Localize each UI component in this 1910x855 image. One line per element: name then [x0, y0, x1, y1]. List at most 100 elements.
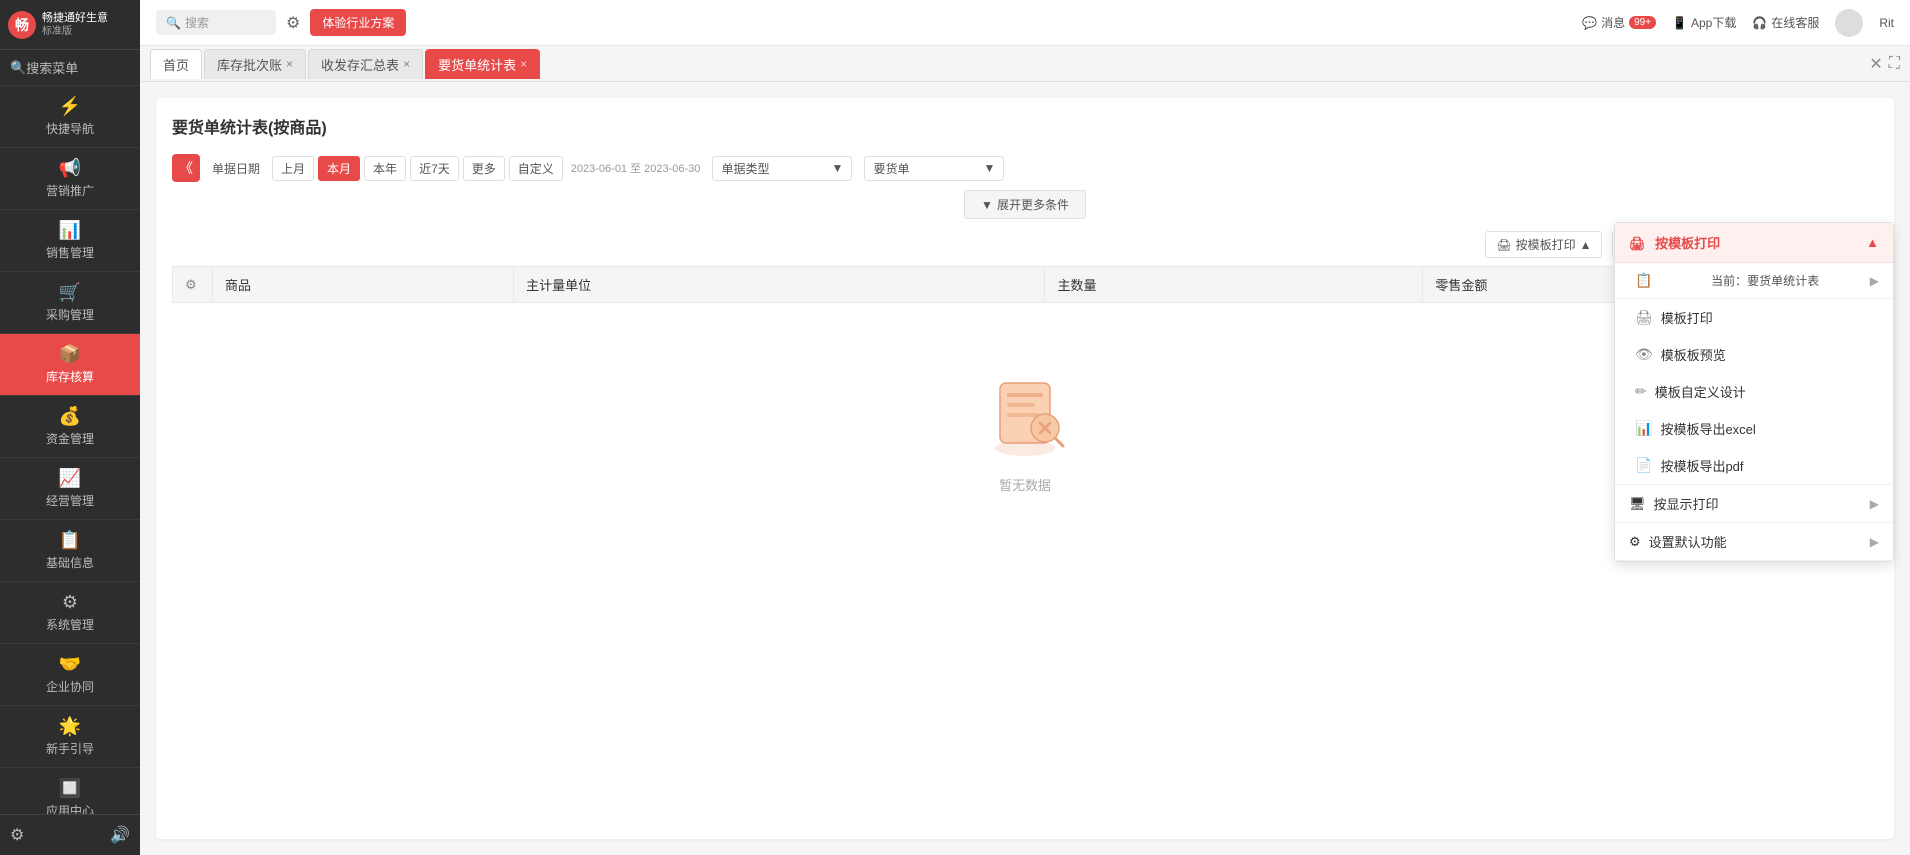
sidebar-bottom: ⚙ 🔊: [0, 814, 140, 855]
export-pdf-item[interactable]: 📄 按模板导出pdf: [1615, 447, 1893, 484]
export-excel-icon: 📊: [1635, 420, 1652, 437]
username: Rit: [1879, 16, 1894, 30]
inventory-icon: 📦: [59, 344, 81, 365]
expand-more-icon: ▼: [981, 198, 993, 212]
template-print-icon: 🖨: [1635, 309, 1653, 326]
sidebar-item-finance[interactable]: 💰 资金管理: [0, 396, 140, 458]
close-all-icon[interactable]: ✕: [1869, 54, 1882, 74]
quick-nav-label: 快捷导航: [46, 120, 94, 137]
sidebar-item-purchase[interactable]: 🛒 采购管理: [0, 272, 140, 334]
column-settings-icon[interactable]: ⚙: [185, 277, 197, 292]
expand-more-label: 展开更多条件: [997, 196, 1069, 213]
apps-label: 应用中心: [46, 802, 94, 814]
tab-close-batch-account[interactable]: ×: [286, 57, 293, 71]
date-filter-label: 单据日期: [212, 160, 260, 177]
tab-collection-summary[interactable]: 收发存汇总表 ×: [308, 49, 423, 79]
sales-icon: 📊: [59, 220, 81, 241]
template-preview-label: 模板板预览: [1661, 345, 1726, 364]
sidebar-item-quick-nav[interactable]: ⚡ 快捷导航: [0, 86, 140, 148]
display-print-icon: 🖥: [1629, 496, 1646, 512]
guide-icon: 🌟: [59, 716, 81, 737]
current-template-item[interactable]: 📋 当前：要货单统计表 ▶: [1615, 263, 1893, 299]
template-print-item[interactable]: 🖨 模板打印: [1615, 299, 1893, 336]
tab-label-collection-summary: 收发存汇总表: [321, 55, 399, 74]
sidebar-item-collab[interactable]: 🤝 企业协同: [0, 644, 140, 706]
set-default-label: 设置默认功能: [1649, 532, 1727, 551]
tabs-bar: 首页库存批次账 × 收发存汇总表 × 要货单统计表 × ✕ ⛶: [140, 46, 1910, 82]
finance-icon: 💰: [59, 406, 81, 427]
print-label: 按模板打印: [1516, 236, 1576, 253]
logo-title: 畅捷通好生意: [42, 11, 108, 25]
marketing-icon: 📢: [59, 158, 81, 179]
topbar-gear-icon[interactable]: ⚙: [286, 13, 300, 33]
template-design-label: 模板自定义设计: [1655, 382, 1746, 401]
search-label: 搜索菜单: [26, 58, 78, 77]
print-template-button[interactable]: 🖨 按模板打印 ▲: [1485, 231, 1602, 258]
tab-order-stats[interactable]: 要货单统计表 ×: [425, 49, 540, 79]
topbar-search-box[interactable]: 🔍 搜索: [156, 10, 276, 35]
print-dropdown-header-label: 按模板打印: [1655, 236, 1720, 251]
app-download-item[interactable]: 📱 App下载: [1672, 14, 1736, 31]
current-template-label: 当前：要货单统计表: [1711, 272, 1819, 289]
industry-solution-button[interactable]: 体验行业方案: [310, 9, 406, 36]
doc-type-select[interactable]: 单据类型 ▼: [712, 156, 852, 181]
sidebar-item-operations[interactable]: 📈 经营管理: [0, 458, 140, 520]
set-default-item[interactable]: ⚙ 设置默认功能 ▶: [1615, 523, 1893, 561]
print-dropdown-header-left: 🖨 按模板打印: [1629, 233, 1720, 252]
printer-dropdown-icon: 🖨: [1629, 236, 1646, 251]
empty-illustration: [975, 363, 1075, 463]
user-avatar[interactable]: [1835, 9, 1863, 37]
tabs-end: ✕ ⛶: [1869, 54, 1900, 74]
date-btn-last-month[interactable]: 上月: [272, 156, 314, 181]
message-item[interactable]: 💬 消息 99+: [1582, 14, 1656, 31]
maximize-icon[interactable]: ⛶: [1889, 55, 1900, 73]
settings-bottom-icon[interactable]: ⚙: [10, 825, 24, 845]
template-print-label: 模板打印: [1661, 308, 1713, 327]
table-header-settings[interactable]: ⚙: [173, 267, 213, 303]
template-design-item[interactable]: ✏ 模板自定义设计: [1615, 373, 1893, 410]
sidebar-item-apps[interactable]: 🔲 应用中心: [0, 768, 140, 814]
main: 🔍 搜索 ⚙ 体验行业方案 💬 消息 99+ 📱 App下载 🎧 在线客服 Ri…: [140, 0, 1910, 855]
tab-close-order-stats[interactable]: ×: [520, 57, 527, 71]
expand-more-button[interactable]: ▼ 展开更多条件: [964, 190, 1086, 219]
date-range-text: 2023-06-01 至 2023-06-30: [571, 160, 701, 176]
sidebar-item-sales[interactable]: 📊 销售管理: [0, 210, 140, 272]
content-area: 要货单统计表(按商品) 《 单据日期 上月 本月 本年 近7天 更多 自定义 2…: [140, 82, 1910, 855]
logo-subtitle: 标准版: [42, 25, 108, 38]
apps-icon: 🔲: [59, 778, 81, 799]
online-service-item[interactable]: 🎧 在线客服: [1752, 14, 1819, 31]
sidebar-item-inventory[interactable]: 📦 库存核算: [0, 334, 140, 396]
tab-label-batch-account: 库存批次账: [217, 55, 282, 74]
display-print-item[interactable]: 🖥 按显示打印 ▶: [1615, 485, 1893, 523]
chevron-right-icon-3: ▶: [1870, 535, 1879, 549]
export-excel-item[interactable]: 📊 按模板导出excel: [1615, 410, 1893, 447]
speaker-icon[interactable]: 🔊: [110, 825, 130, 845]
chevron-up-icon: ▲: [1580, 238, 1592, 252]
sidebar-item-guide[interactable]: 🌟 新手引导: [0, 706, 140, 768]
sidebar-item-system[interactable]: ⚙ 系统管理: [0, 582, 140, 644]
date-btn-7days[interactable]: 近7天: [410, 156, 459, 181]
inventory-label: 库存核算: [46, 368, 94, 385]
tab-batch-account[interactable]: 库存批次账 ×: [204, 49, 306, 79]
date-btn-more[interactable]: 更多: [463, 156, 505, 181]
sidebar-item-marketing[interactable]: 📢 营销推广: [0, 148, 140, 210]
display-print-label: 按显示打印: [1654, 494, 1719, 513]
goods-filter-select[interactable]: 要货单 ▼: [864, 156, 1004, 181]
chevron-down-icon: ▼: [832, 161, 844, 175]
tab-home[interactable]: 首页: [150, 49, 202, 79]
template-preview-item[interactable]: 👁 模板板预览: [1615, 336, 1893, 373]
set-default-icon: ⚙: [1629, 534, 1641, 550]
date-btn-this-year[interactable]: 本年: [364, 156, 406, 181]
topbar-right: 💬 消息 99+ 📱 App下载 🎧 在线客服 Rit: [1582, 9, 1894, 37]
date-btn-custom[interactable]: 自定义: [509, 156, 563, 181]
sidebar-item-basics[interactable]: 📋 基础信息: [0, 520, 140, 582]
topbar-search-icon: 🔍: [166, 16, 181, 30]
date-btn-this-month[interactable]: 本月: [318, 156, 360, 181]
tab-label-order-stats: 要货单统计表: [438, 55, 516, 74]
tab-close-collection-summary[interactable]: ×: [403, 57, 410, 71]
chevron-up-dropdown-icon: ▲: [1866, 235, 1879, 250]
sidebar-search[interactable]: 🔍 搜索菜单: [0, 50, 140, 86]
filter-expand-button[interactable]: 《: [172, 154, 200, 182]
print-dropdown-header[interactable]: 🖨 按模板打印 ▲: [1615, 223, 1893, 263]
print-dropdown: 🖨 按模板打印 ▲ 📋 当前：要货单统计表 ▶ 🖨 模板打印 👁 模板板预览: [1614, 222, 1894, 562]
